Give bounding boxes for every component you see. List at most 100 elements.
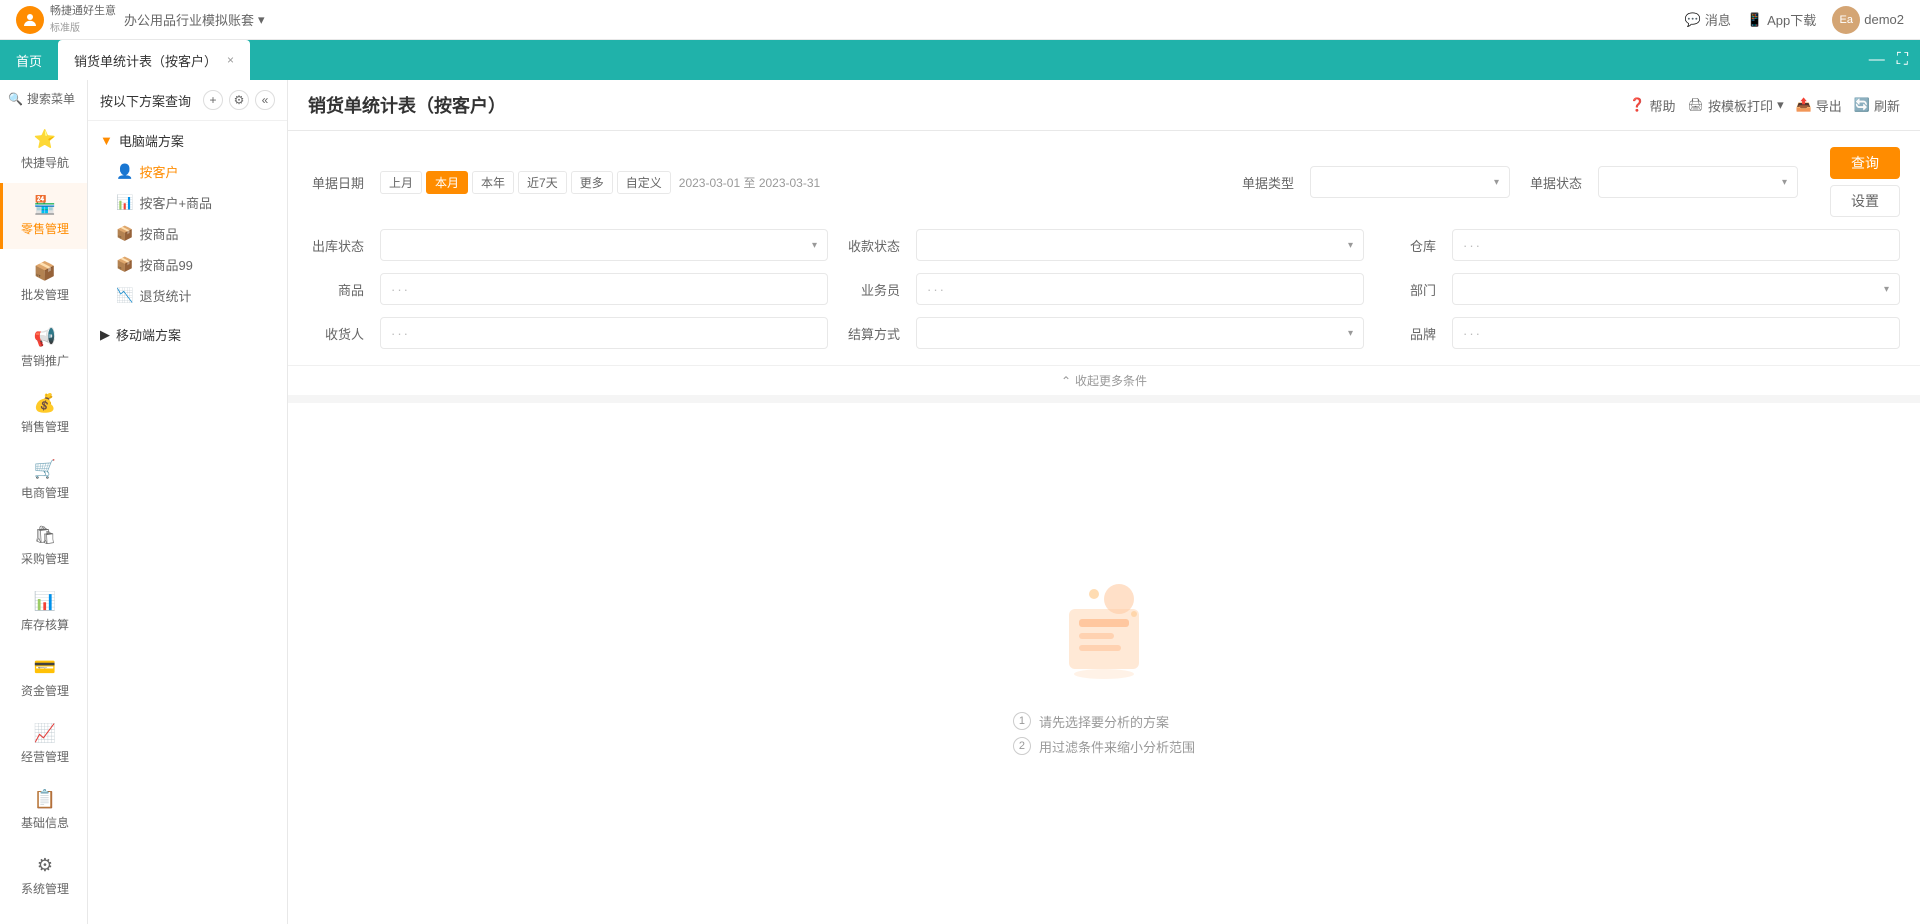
wholesale-icon: 📦 [34,261,56,282]
payment-status-select[interactable]: ▾ [916,229,1364,261]
scheme-item-customer-product[interactable]: 📊 按客户+商品 [88,187,287,218]
minimize-btn[interactable]: — [1865,47,1889,73]
brand-select[interactable]: ··· [1452,317,1900,349]
sidebar-item-purchase[interactable]: 🛍 采购管理 [0,513,87,579]
customer-product-icon: 📊 [116,194,133,211]
desktop-arrow-icon: ▼ [100,133,113,148]
refresh-action[interactable]: 🔄 刷新 [1854,96,1900,115]
sidebar-item-operations[interactable]: 📈 经营管理 [0,711,87,777]
logo-sub: 标准版 [50,19,116,34]
ecommerce-icon: 🛒 [34,459,56,480]
order-type-label: 单据类型 [1238,173,1294,192]
out-status-arrow-icon: ▾ [812,240,817,251]
help-action[interactable]: ❓ 帮助 [1629,96,1675,115]
sidebar-item-finance[interactable]: 💳 资金管理 [0,645,87,711]
date-btn-last7days[interactable]: 近7天 [518,171,567,194]
page-header: 销货单统计表（按客户） ❓ 帮助 🖨 按模板打印 ▾ 📤 导出 [288,80,1920,131]
tab-close-icon[interactable]: × [227,53,234,67]
empty-step-2: 2 用过滤条件来缩小分析范围 [1013,734,1195,759]
desktop-scheme-section: ▼ 电脑端方案 👤 按客户 📊 按客户+商品 📦 按商品 📦 按商品 [88,121,287,315]
out-status-label: 出库状态 [308,236,364,255]
content-area: 按以下方案查询 + ⚙ « ▼ 电脑端方案 👤 按客户 📊 按 [88,80,1920,924]
staff-select[interactable]: ··· [916,273,1364,305]
sidebar-item-wholesale[interactable]: 📦 批发管理 [0,249,87,315]
top-bar: 畅捷通好生意 标准版 办公用品行业模拟账套 ▾ 💬 消息 📱 App下载 Ea … [0,0,1920,40]
out-status-select[interactable]: ▾ [380,229,828,261]
by-product-icon: 📦 [116,225,133,242]
mobile-scheme-section: ▶ 移动端方案 [88,315,287,354]
date-btn-this-year[interactable]: 本年 [472,171,514,194]
sidebar-item-system[interactable]: ⚙ 系统管理 [0,843,87,909]
main-layout: 🔍 搜索菜单 ⭐ 快捷导航 🏪 零售管理 📦 批发管理 📢 营销推广 💰 销售管… [0,80,1920,924]
sidebar-item-shortcut[interactable]: ⭐ 快捷导航 [0,117,87,183]
print-action[interactable]: 🖨 按模板打印 ▾ [1688,96,1784,115]
payment-status-label: 收款状态 [844,236,900,255]
empty-illustration [1044,569,1164,689]
page-header-actions: ❓ 帮助 🖨 按模板打印 ▾ 📤 导出 🔄 刷新 [1629,96,1900,127]
scheme-item-by-product[interactable]: 📦 按商品 [88,218,287,249]
maximize-btn[interactable]: ⛶ [1893,47,1912,73]
scheme-add-btn[interactable]: + [203,90,223,110]
message-action[interactable]: 💬 消息 [1685,10,1731,29]
settlement-arrow-icon: ▾ [1348,328,1353,339]
user-profile[interactable]: Ea demo2 [1832,6,1904,34]
date-btn-more[interactable]: 更多 [571,171,613,194]
empty-state: 1 请先选择要分析的方案 2 用过滤条件来缩小分析范围 [288,403,1920,924]
product-select[interactable]: ··· [380,273,828,305]
sidebar-item-ecommerce[interactable]: 🛒 电商管理 [0,447,87,513]
brand-label: 品牌 [1380,324,1436,343]
date-btn-custom[interactable]: 自定义 [617,171,671,194]
scheme-item-by-customer[interactable]: 👤 按客户 [88,156,287,187]
brand-dots: ··· [1463,326,1482,341]
warehouse-select[interactable]: ··· [1452,229,1900,261]
tab-home[interactable]: 首页 [0,40,58,80]
scheme-settings-btn[interactable]: ⚙ [229,90,249,110]
product-label: 商品 [308,280,364,299]
staff-dots: ··· [927,282,946,297]
system-icon: ⚙ [37,855,53,876]
sidebar-item-inventory[interactable]: 📊 库存核算 [0,579,87,645]
sidebar-item-retail[interactable]: 🏪 零售管理 [0,183,87,249]
sidebar: 🔍 搜索菜单 ⭐ 快捷导航 🏪 零售管理 📦 批发管理 📢 营销推广 💰 销售管… [0,80,88,924]
sidebar-item-base[interactable]: 📋 基础信息 [0,777,87,843]
query-button[interactable]: 查询 [1830,147,1900,179]
export-action[interactable]: 📤 导出 [1796,96,1842,115]
logo-area: 畅捷通好生意 标准版 [16,5,116,33]
filter-row-3: 商品 ··· 业务员 ··· 部门 ▾ [308,273,1900,305]
collapse-bar[interactable]: ⌃ 收起更多条件 [288,365,1920,395]
sidebar-item-marketing[interactable]: 📢 营销推广 [0,315,87,381]
app-download-action[interactable]: 📱 App下载 [1747,10,1816,29]
payment-status-arrow-icon: ▾ [1348,240,1353,251]
warehouse-label: 仓库 [1380,236,1436,255]
sidebar-search[interactable]: 🔍 搜索菜单 [0,80,87,117]
scheme-item-product99[interactable]: 📦 按商品99 [88,249,287,280]
scheme-item-return-stats[interactable]: 📉 退货统计 [88,280,287,311]
search-icon: 🔍 [8,92,23,106]
product-dots: ··· [391,282,410,297]
date-btn-last-month[interactable]: 上月 [380,171,422,194]
date-range-display: 2023-03-01 至 2023-03-31 [679,174,820,191]
sidebar-item-enterprise[interactable]: 🤝 企业协同 [0,909,87,924]
department-select[interactable]: ▾ [1452,273,1900,305]
tab-active[interactable]: 销货单统计表（按客户） × [58,40,250,80]
mobile-section-header[interactable]: ▶ 移动端方案 [88,319,287,350]
date-btn-this-month[interactable]: 本月 [426,171,468,194]
scheme-panel-header: 按以下方案查询 + ⚙ « [88,80,287,121]
avatar: Ea [1832,6,1860,34]
base-icon: 📋 [34,789,56,810]
step-num-1: 1 [1013,712,1031,730]
scheme-panel-title: 按以下方案查询 [100,91,191,110]
desktop-section-header[interactable]: ▼ 电脑端方案 [88,125,287,156]
order-status-select[interactable]: ▾ [1598,166,1798,198]
setting-button[interactable]: 设置 [1830,185,1900,217]
top-bar-right: 💬 消息 📱 App下载 Ea demo2 [1685,6,1904,34]
sidebar-item-sales[interactable]: 💰 销售管理 [0,381,87,447]
dropdown-icon: ▾ [258,12,265,28]
settlement-select[interactable]: ▾ [916,317,1364,349]
industry-title[interactable]: 办公用品行业模拟账套 ▾ [124,10,265,29]
order-type-select[interactable]: ▾ [1310,166,1510,198]
scheme-collapse-btn[interactable]: « [255,90,275,110]
receiver-select[interactable]: ··· [380,317,828,349]
empty-step-1: 1 请先选择要分析的方案 [1013,709,1195,734]
scheme-panel: 按以下方案查询 + ⚙ « ▼ 电脑端方案 👤 按客户 📊 按 [88,80,288,924]
